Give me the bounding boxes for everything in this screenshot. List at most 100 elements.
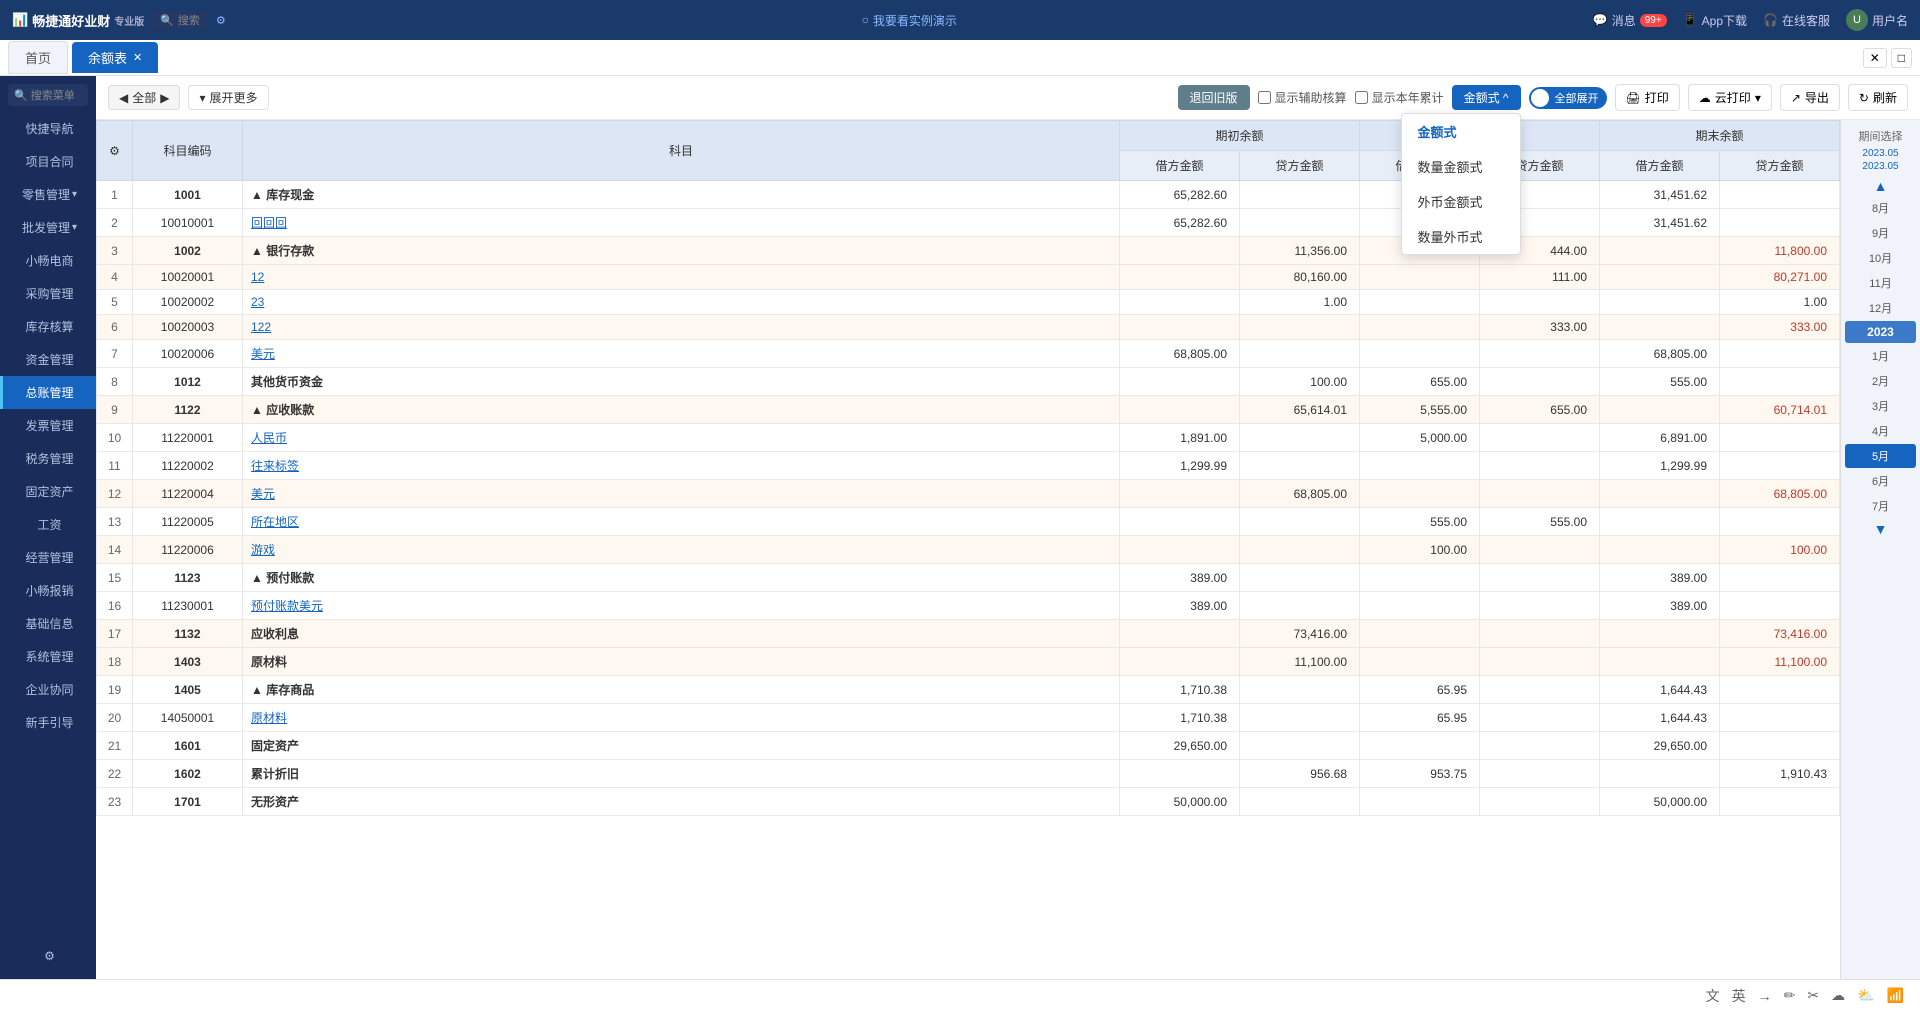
sidebar-search-bar[interactable]: 🔍 搜索菜单 <box>8 84 88 106</box>
sidebar-item-operations[interactable]: 经营管理 <box>0 541 96 574</box>
print-btn[interactable]: 🖨 打印 <box>1615 84 1680 111</box>
sidebar-item-purchase[interactable]: 采购管理 <box>0 277 96 310</box>
table-row-name[interactable]: 美元 <box>243 480 1120 508</box>
dropdown-item-qty-foreign[interactable]: 数量外币式 <box>1402 219 1520 254</box>
sidebar-item-basic[interactable]: 基础信息 <box>0 607 96 640</box>
auxiliary-checkbox-input[interactable] <box>1258 91 1271 104</box>
period-oct[interactable]: 10月 <box>1845 246 1916 270</box>
translate-icon[interactable]: 文 <box>1706 986 1720 1006</box>
refresh-btn[interactable]: ↻ 刷新 <box>1848 84 1908 111</box>
period-up-nav[interactable]: ▲ <box>1845 176 1916 196</box>
cloud-print-btn[interactable]: ☁ 云打印 ▾ <box>1688 84 1772 111</box>
table-row-name[interactable]: 其他货币资金 <box>243 368 1120 396</box>
table-row-name[interactable]: 无形资产 <box>243 788 1120 816</box>
table-container[interactable]: ⚙ 科目编码 科目 期初余额 本期发生额 期末余额 借方金额 贷方金额 借方金额… <box>96 120 1840 979</box>
sidebar-item-tax[interactable]: 税务管理 <box>0 442 96 475</box>
sidebar-item-guide[interactable]: 新手引导 <box>0 706 96 739</box>
sidebar-item-salary[interactable]: 工资 <box>0 508 96 541</box>
period-sep[interactable]: 9月 <box>1845 221 1916 245</box>
period-jun[interactable]: 6月 <box>1845 469 1916 493</box>
period-dec[interactable]: 12月 <box>1845 296 1916 320</box>
sidebar-item-system[interactable]: 系统管理 <box>0 640 96 673</box>
sidebar-item-ecommerce[interactable]: 小畅电商 <box>0 244 96 277</box>
table-row-name[interactable]: ▲ 预付账款 <box>243 564 1120 592</box>
wifi-icon[interactable]: 📶 <box>1887 987 1904 1004</box>
table-row-name[interactable]: 12 <box>243 265 1120 290</box>
table-row-name[interactable]: 固定资产 <box>243 732 1120 760</box>
service-btn[interactable]: 🎧 在线客服 <box>1763 12 1830 29</box>
mode-btn[interactable]: 金额式 ^ <box>1452 85 1521 110</box>
period-end[interactable]: 2023.05 <box>1845 161 1916 172</box>
show-auxiliary-checkbox[interactable]: 显示辅助核算 <box>1258 89 1347 106</box>
sidebar-item-fixed[interactable]: 固定资产 <box>0 475 96 508</box>
tab-close-icon[interactable]: ✕ <box>133 51 142 64</box>
cloud2-icon[interactable]: ⛅ <box>1857 987 1874 1004</box>
search-bar[interactable]: 🔍搜索 <box>152 10 208 30</box>
period-jan[interactable]: 1月 <box>1845 344 1916 368</box>
table-row-name[interactable]: ▲ 应收账款 <box>243 396 1120 424</box>
tab-home[interactable]: 首页 <box>8 41 68 74</box>
dropdown-item-qty-amount[interactable]: 数量金额式 <box>1402 149 1520 184</box>
window-close-btn[interactable]: ✕ <box>1863 48 1887 68</box>
expand-more-btn[interactable]: ▾ 展开更多 <box>188 85 268 110</box>
period-nov[interactable]: 11月 <box>1845 271 1916 295</box>
cloud-bottom-icon[interactable]: ☁ <box>1831 987 1845 1004</box>
table-row-name[interactable]: 人民币 <box>243 424 1120 452</box>
settings-icon[interactable]: ⚙ <box>216 14 226 27</box>
arrow-right-icon[interactable]: → <box>1758 988 1772 1004</box>
table-row-name[interactable]: 累计折旧 <box>243 760 1120 788</box>
table-row-name[interactable]: 122 <box>243 315 1120 340</box>
period-start[interactable]: 2023.05 <box>1845 148 1916 159</box>
table-row-name[interactable]: 美元 <box>243 340 1120 368</box>
table-row-name[interactable]: 原材料 <box>243 704 1120 732</box>
period-apr[interactable]: 4月 <box>1845 419 1916 443</box>
sidebar-item-ledger[interactable]: 总账管理 <box>0 376 96 409</box>
sidebar-item-wholesale[interactable]: 批发管理▾ <box>0 211 96 244</box>
sidebar-item-project[interactable]: 项目合同 <box>0 145 96 178</box>
back-old-version-btn[interactable]: 退回旧版 <box>1178 85 1250 110</box>
message-btn[interactable]: 💬 消息 99+ <box>1593 12 1667 29</box>
demo-link[interactable]: ○ 我要看实例演示 <box>862 12 957 29</box>
tab-balance[interactable]: 余额表 ✕ <box>72 42 158 73</box>
period-jul[interactable]: 7月 <box>1845 494 1916 518</box>
expand-all-toggle[interactable]: 全部展开 <box>1529 87 1607 109</box>
settings-header[interactable]: ⚙ <box>97 121 133 181</box>
table-row-name[interactable]: 应收利息 <box>243 620 1120 648</box>
scissors-icon[interactable]: ✂ <box>1807 987 1819 1004</box>
table-row-name[interactable]: ▲ 库存商品 <box>243 676 1120 704</box>
sidebar-settings-btn[interactable]: ⚙ <box>37 941 59 971</box>
export-btn[interactable]: ↗ 导出 <box>1780 84 1840 111</box>
dropdown-item-amount[interactable]: 金额式 <box>1402 114 1520 149</box>
period-may[interactable]: 5月 <box>1845 444 1916 468</box>
show-ytd-checkbox[interactable]: 显示本年累计 <box>1355 89 1444 106</box>
table-row-name[interactable]: ▲ 库存现金 <box>243 181 1120 209</box>
english-icon[interactable]: 英 <box>1732 986 1746 1006</box>
table-row-name[interactable]: 预付账款美元 <box>243 592 1120 620</box>
table-row-name[interactable]: ▲ 银行存款 <box>243 237 1120 265</box>
table-row-name[interactable]: 23 <box>243 290 1120 315</box>
sidebar-item-sales[interactable]: 小畅报销 <box>0 574 96 607</box>
sidebar-item-quick-nav[interactable]: 快捷导航 <box>0 112 96 145</box>
sidebar-item-cooperation[interactable]: 企业协同 <box>0 673 96 706</box>
dropdown-item-foreign-amount[interactable]: 外币金额式 <box>1402 184 1520 219</box>
window-maximize-btn[interactable]: □ <box>1891 48 1912 68</box>
period-feb[interactable]: 2月 <box>1845 369 1916 393</box>
sidebar-item-capital[interactable]: 资金管理 <box>0 343 96 376</box>
ytd-checkbox-input[interactable] <box>1355 91 1368 104</box>
period-mar[interactable]: 3月 <box>1845 394 1916 418</box>
period-year-2023[interactable]: 2023 <box>1845 321 1916 343</box>
table-row-name[interactable]: 原材料 <box>243 648 1120 676</box>
table-row-name[interactable]: 往来标签 <box>243 452 1120 480</box>
table-row-name[interactable]: 游戏 <box>243 536 1120 564</box>
table-row-name[interactable]: 回回回 <box>243 209 1120 237</box>
pencil-icon[interactable]: ✏ <box>1784 987 1796 1004</box>
sidebar-item-inventory[interactable]: 库存核算 <box>0 310 96 343</box>
breadcrumb-all[interactable]: ◀ 全部 ▶ <box>108 85 180 110</box>
sidebar-item-retail[interactable]: 零售管理▾ <box>0 178 96 211</box>
download-btn[interactable]: 📱 App下载 <box>1683 12 1747 29</box>
table-row-name[interactable]: 所在地区 <box>243 508 1120 536</box>
period-down-nav[interactable]: ▼ <box>1845 519 1916 539</box>
period-aug[interactable]: 8月 <box>1845 196 1916 220</box>
sidebar-item-invoice[interactable]: 发票管理 <box>0 409 96 442</box>
user-btn[interactable]: U 用户名 <box>1846 9 1908 31</box>
